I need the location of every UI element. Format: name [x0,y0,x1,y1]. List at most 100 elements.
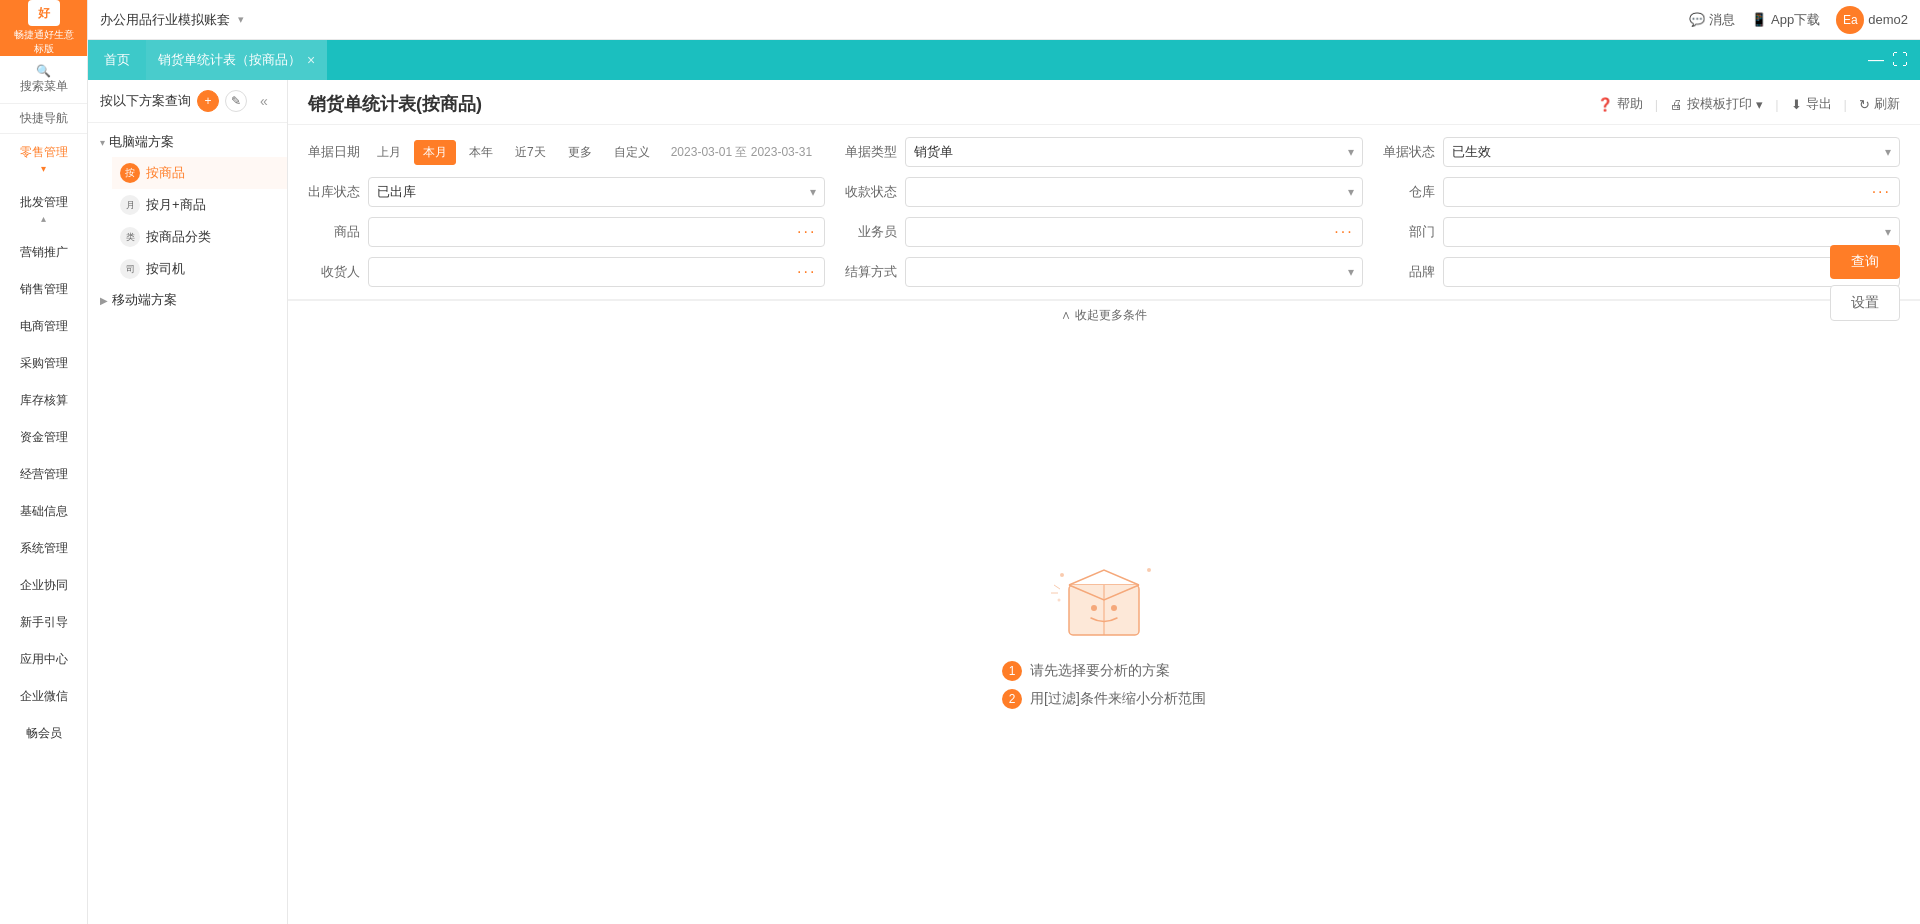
doctype-control[interactable]: 销货单 ▾ [905,137,1362,167]
topbar-right: 💬 消息 📱 App下载 Ea demo2 [1689,6,1908,34]
tree-child-by-goods[interactable]: 按 按商品 [112,157,287,189]
tree-parent-mobile[interactable]: ▶ 移动端方案 [88,285,287,315]
receiver-control[interactable]: ··· [368,257,825,287]
sidebar-item-member[interactable]: 畅会员 [0,715,87,752]
main-area: 办公用品行业模拟账套 ▾ 💬 消息 📱 App下载 Ea demo2 首页 销货… [88,0,1920,924]
sidebar-quick-nav[interactable]: 快捷导航 [0,104,87,134]
sidebar-item-sales[interactable]: 销售管理 [0,271,87,308]
date-pill-custom[interactable]: 自定义 [605,140,659,165]
warehouse-control[interactable]: ··· [1443,177,1900,207]
filter-item-dept: 部门 ▾ [1383,217,1900,247]
sidebar-item-system[interactable]: 系统管理 [0,530,87,567]
staff-dots[interactable]: ··· [1334,223,1353,241]
collapse-bar[interactable]: ∧ 收起更多条件 [288,300,1920,330]
sidebar-item-retail[interactable]: 零售管理 ▾ [0,134,87,184]
topbar-dropdown-arrow[interactable]: ▾ [238,13,244,26]
sidebar-item-finance[interactable]: 资金管理 [0,419,87,456]
refresh-icon: ↻ [1859,97,1870,112]
wechat-label: 企业微信 [20,688,68,705]
mobile-section-label: 移动端方案 [112,291,177,309]
settle-control[interactable]: ▾ [905,257,1362,287]
content-area: 按以下方案查询 + ✎ « ▾ 电脑端方案 按 按商品 [88,80,1920,924]
docstatus-value: 已生效 [1452,143,1491,161]
messages-btn[interactable]: 💬 消息 [1689,11,1735,29]
tree-children-pc: 按 按商品 月 按月+商品 类 按商品分类 司 按司机 [88,157,287,285]
sidebar-item-inventory[interactable]: 库存核算 [0,382,87,419]
settle-arrow-icon: ▾ [1348,265,1354,279]
tab-minimize-icon[interactable]: — [1868,51,1884,69]
filter-item-collectstatus: 收款状态 ▾ [845,177,1362,207]
user-menu[interactable]: Ea demo2 [1836,6,1908,34]
wholesale-arrow: ▴ [41,213,46,224]
system-label: 系统管理 [20,540,68,557]
filter-row-2: 出库状态 已出库 ▾ 收款状态 ▾ [308,177,1900,207]
tab-close-btn[interactable]: × [307,52,315,68]
filter-row-1: 单据日期 上月 本月 本年 近7天 更多 自定义 2023-03-01 至 20… [308,137,1900,167]
app-download-btn[interactable]: 📱 App下载 [1751,11,1820,29]
warehouse-label: 仓库 [1383,183,1443,201]
receiver-label: 收货人 [308,263,368,281]
tree-arrow-icon: ▾ [100,137,105,148]
collectstatus-label: 收款状态 [845,183,905,201]
tab-sales-stats[interactable]: 销货单统计表（按商品） × [146,40,327,80]
tree-child-by-month-goods[interactable]: 月 按月+商品 [112,189,287,221]
edit-scheme-btn[interactable]: ✎ [225,90,247,112]
svg-line-7 [1054,585,1060,589]
sidebar-item-wholesale[interactable]: 批发管理 ▴ [0,184,87,234]
settings-btn[interactable]: 设置 [1830,285,1900,321]
enterprise-label: 企业协同 [20,577,68,594]
dept-control[interactable]: ▾ [1443,217,1900,247]
sidebar-item-base[interactable]: 基础信息 [0,493,87,530]
sidebar-item-enterprise[interactable]: 企业协同 [0,567,87,604]
page-title: 销货单统计表(按商品) [308,92,482,116]
date-pill-7days[interactable]: 近7天 [506,140,555,165]
by-category-icon: 类 [120,227,140,247]
help-btn[interactable]: ❓ 帮助 [1597,95,1643,113]
date-pill-more[interactable]: 更多 [559,140,601,165]
sidebar-item-wechat[interactable]: 企业微信 [0,678,87,715]
date-pill-thismonth[interactable]: 本月 [414,140,456,165]
outstatus-label: 出库状态 [308,183,368,201]
ecommerce-label: 电商管理 [20,318,68,335]
tree-child-by-driver[interactable]: 司 按司机 [112,253,287,285]
staff-control[interactable]: ··· [905,217,1362,247]
sidebar-item-purchase[interactable]: 采购管理 [0,345,87,382]
tab-maximize-icon[interactable]: ⛶ [1892,51,1908,69]
left-panel-actions: + ✎ « [197,90,275,112]
tree-parent-pc[interactable]: ▾ 电脑端方案 [88,127,287,157]
sidebar-item-operation[interactable]: 经营管理 [0,456,87,493]
left-panel-header: 按以下方案查询 + ✎ « [88,80,287,123]
refresh-btn[interactable]: ↻ 刷新 [1859,95,1900,113]
page-header: 销货单统计表(按商品) ❓ 帮助 | 🖨 按模板打印 ▾ | ⬇ [288,80,1920,125]
tree-child-by-category[interactable]: 类 按商品分类 [112,221,287,253]
docstatus-arrow-icon: ▾ [1885,145,1891,159]
export-btn[interactable]: ⬇ 导出 [1791,95,1832,113]
collapse-panel-btn[interactable]: « [253,90,275,112]
left-panel-title: 按以下方案查询 [100,92,191,110]
goods-control[interactable]: ··· [368,217,825,247]
collectstatus-control[interactable]: ▾ [905,177,1362,207]
filter-section: 单据日期 上月 本月 本年 近7天 更多 自定义 2023-03-01 至 20… [288,125,1920,330]
date-pill-lastmonth[interactable]: 上月 [368,140,410,165]
query-btn[interactable]: 查询 [1830,245,1900,279]
sidebar-item-guide[interactable]: 新手引导 [0,604,87,641]
sidebar-item-apps[interactable]: 应用中心 [0,641,87,678]
goods-dots[interactable]: ··· [797,223,816,241]
staff-label: 业务员 [845,223,905,241]
warehouse-dots[interactable]: ··· [1872,183,1891,201]
date-range-value: 2023-03-01 至 2023-03-31 [671,144,812,161]
sidebar-search[interactable]: 🔍 搜索菜单 [0,56,87,104]
tab-home[interactable]: 首页 [88,40,146,80]
sidebar-item-marketing[interactable]: 营销推广 [0,234,87,271]
outstatus-control[interactable]: 已出库 ▾ [368,177,825,207]
filter-item-brand: 品牌 ··· [1383,257,1900,287]
date-pill-thisyear[interactable]: 本年 [460,140,502,165]
sidebar-item-ecommerce[interactable]: 电商管理 [0,308,87,345]
docstatus-control[interactable]: 已生效 ▾ [1443,137,1900,167]
print-btn[interactable]: 🖨 按模板打印 ▾ [1670,95,1763,113]
tabbar-actions: — ⛶ [1856,51,1920,69]
print-dropdown-icon: ▾ [1756,97,1763,112]
goods-label: 商品 [308,223,368,241]
receiver-dots[interactable]: ··· [797,263,816,281]
add-scheme-btn[interactable]: + [197,90,219,112]
